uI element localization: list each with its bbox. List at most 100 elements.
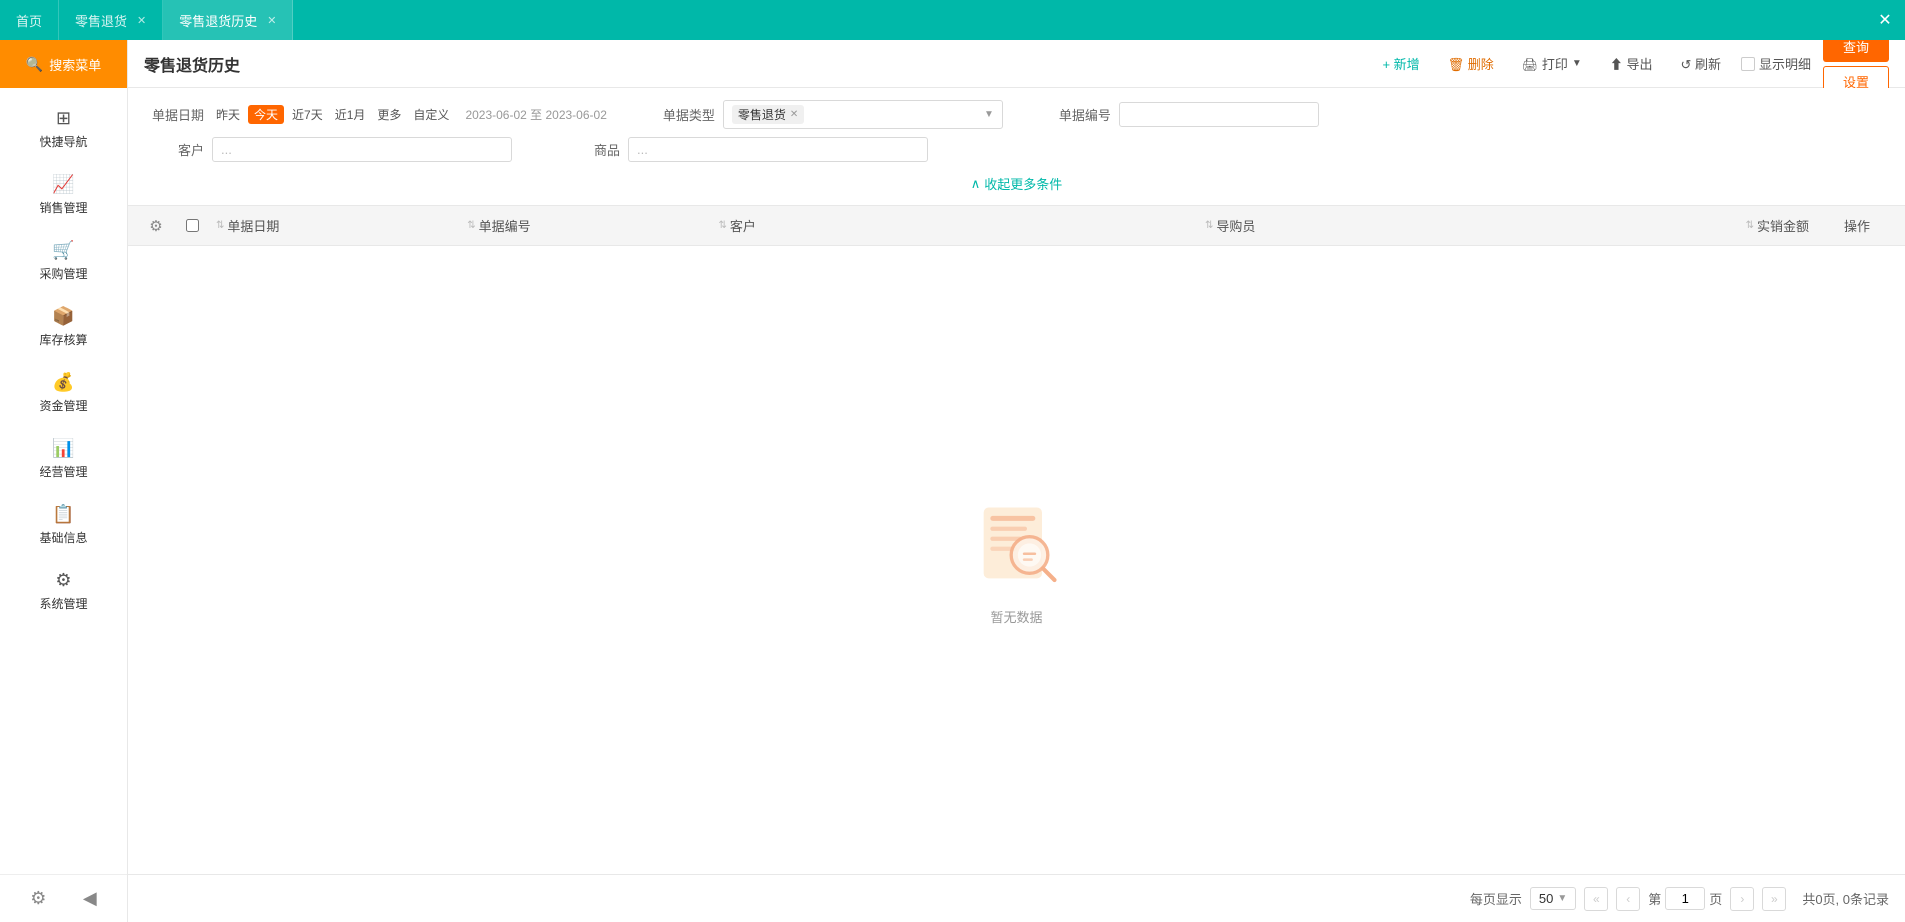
goods-placeholder: ... <box>637 142 648 157</box>
empty-illustration <box>967 495 1067 595</box>
page-prev-icon: ‹ <box>1626 892 1630 906</box>
date-shortcuts: 昨天 今天 近7天 近1月 更多 自定义 <box>212 105 453 124</box>
col-guide-label: 导购员 <box>1216 216 1255 235</box>
col-guide-sort-icon: ⇅ <box>1205 220 1213 231</box>
date-range-display: 2023-06-02 至 2023-06-02 <box>465 106 606 123</box>
col-guide-header[interactable]: ⇅ 导购员 <box>1197 216 1566 235</box>
page-size-dropdown-icon: ▼ <box>1557 893 1567 904</box>
col-billno-header[interactable]: ⇅ 单据编号 <box>459 216 710 235</box>
goods-input[interactable]: ... <box>628 137 928 162</box>
page-size-select[interactable]: 50 ▼ <box>1530 887 1576 910</box>
add-button-label: + 新增 <box>1382 54 1419 73</box>
print-button[interactable]: 🖨 打印 ▼ <box>1514 50 1590 77</box>
export-button[interactable]: ⬆ 导出 <box>1602 50 1661 77</box>
settings-icon[interactable]: ⚙ <box>30 888 46 909</box>
delete-button[interactable]: 🗑 删除 <box>1440 50 1502 77</box>
sidebar-item-sales-mgmt-label: 销售管理 <box>39 199 87 216</box>
bill-no-input[interactable] <box>1119 102 1319 127</box>
shortcut-last7[interactable]: 近7天 <box>288 105 327 124</box>
tab-retail-return-close[interactable]: ✕ <box>137 14 146 27</box>
sidebar-item-sales-mgmt[interactable]: 📈 销售管理 <box>0 162 127 228</box>
sidebar-item-base-info-label: 基础信息 <box>39 529 87 546</box>
content-area: 零售退货历史 + 新增 🗑 删除 🖨 打印 ▼ ⬆ 导出 ↺ 刷新 <box>128 40 1905 922</box>
col-settings[interactable]: ⚙ <box>136 217 176 235</box>
sidebar-item-system[interactable]: ⚙ 系统管理 <box>0 558 127 624</box>
sidebar-search-label: 搜索菜单 <box>49 55 101 74</box>
show-detail-text: 显示明细 <box>1759 54 1811 73</box>
refresh-button[interactable]: ↺ 刷新 <box>1672 50 1729 77</box>
sidebar-item-operations-label: 经营管理 <box>39 463 87 480</box>
bill-type-tag-close[interactable]: ✕ <box>790 109 798 120</box>
collapse-button[interactable]: ∧ 收起更多条件 <box>959 170 1075 197</box>
shortcut-yesterday[interactable]: 昨天 <box>212 105 244 124</box>
sidebar-item-base-info[interactable]: 📋 基础信息 <box>0 492 127 558</box>
tab-retail-return-history[interactable]: 零售退货历史 ✕ <box>163 0 293 40</box>
table-area: ⚙ ⇅ 单据日期 ⇅ 单据编号 ⇅ 客户 ⇅ <box>128 206 1905 874</box>
tab-retail-return-history-close[interactable]: ✕ <box>267 14 276 27</box>
page-unit-prefix: 第 <box>1648 889 1661 908</box>
shortcut-last1m[interactable]: 近1月 <box>331 105 370 124</box>
bill-type-select[interactable]: 零售退货 ✕ ▼ <box>723 100 1003 129</box>
customer-input[interactable]: ... <box>212 137 512 162</box>
shortcut-today[interactable]: 今天 <box>248 105 284 124</box>
export-button-label: ⬆ 导出 <box>1610 54 1653 73</box>
empty-state: 暂无数据 <box>128 246 1905 874</box>
page-last-icon: » <box>1771 892 1778 906</box>
col-customer-sort-icon: ⇅ <box>718 220 726 231</box>
query-button[interactable]: 查询 <box>1823 40 1889 62</box>
page-prev-button[interactable]: ‹ <box>1616 887 1640 911</box>
page-last-button[interactable]: » <box>1762 887 1786 911</box>
sidebar-item-operations[interactable]: 📊 经营管理 <box>0 426 127 492</box>
tab-home-label: 首页 <box>16 11 42 30</box>
sidebar-item-inventory[interactable]: 📦 库存核算 <box>0 294 127 360</box>
sidebar-item-inventory-label: 库存核算 <box>39 331 87 348</box>
print-dropdown-icon[interactable]: ▼ <box>1572 58 1582 69</box>
col-billno-label: 单据编号 <box>479 216 531 235</box>
collapse-sidebar-icon[interactable]: ◀ <box>83 888 97 909</box>
tab-retail-return-history-label: 零售退货历史 <box>179 11 257 30</box>
shortcut-custom[interactable]: 自定义 <box>409 105 453 124</box>
empty-text: 暂无数据 <box>990 607 1042 626</box>
shortcut-more[interactable]: 更多 <box>373 105 405 124</box>
page-header: 零售退货历史 + 新增 🗑 删除 🖨 打印 ▼ ⬆ 导出 ↺ 刷新 <box>128 40 1905 88</box>
tab-list: 首页 零售退货 ✕ 零售退货历史 ✕ <box>0 0 1865 40</box>
page-first-icon: « <box>1593 892 1600 906</box>
show-detail-checkbox[interactable] <box>1741 57 1755 71</box>
tab-home[interactable]: 首页 <box>0 0 59 40</box>
sidebar: 🔍 搜索菜单 ⊞ 快捷导航 📈 销售管理 🛒 采购管理 📦 库存核算 💰 <box>0 40 128 922</box>
col-customer-label: 客户 <box>730 216 756 235</box>
col-amount-header[interactable]: ⇅ 实销金额 <box>1566 216 1817 235</box>
page-size-value: 50 <box>1539 891 1553 906</box>
col-checkbox[interactable] <box>176 219 208 232</box>
bill-type-tag: 零售退货 ✕ <box>732 105 804 124</box>
tab-retail-return-label: 零售退货 <box>75 11 127 30</box>
system-icon: ⚙ <box>55 570 71 591</box>
col-amount-sort-icon: ⇅ <box>1746 220 1754 231</box>
tab-retail-return[interactable]: 零售退货 ✕ <box>59 0 163 40</box>
col-date-header[interactable]: ⇅ 单据日期 <box>208 216 459 235</box>
sidebar-item-finance-label: 资金管理 <box>39 397 87 414</box>
show-detail-toggle[interactable]: 显示明细 <box>1741 54 1811 73</box>
page-number-input[interactable]: 1 <box>1665 887 1705 910</box>
sales-mgmt-icon: 📈 <box>52 174 74 195</box>
delete-button-label: 🗑 删除 <box>1448 54 1494 73</box>
window-close-button[interactable]: ✕ <box>1865 0 1905 40</box>
add-button[interactable]: + 新增 <box>1374 50 1427 77</box>
table-settings-icon[interactable]: ⚙ <box>149 217 162 235</box>
page-first-button[interactable]: « <box>1584 887 1608 911</box>
collapse-label: 收起更多条件 <box>984 174 1062 193</box>
page-next-button[interactable]: › <box>1730 887 1754 911</box>
filter-area: 单据日期 昨天 今天 近7天 近1月 更多 自定义 2023-06-02 至 2… <box>128 88 1905 206</box>
select-all-checkbox[interactable] <box>186 219 199 232</box>
sidebar-item-quick-nav[interactable]: ⊞ 快捷导航 <box>0 96 127 162</box>
sidebar-item-purchase-mgmt[interactable]: 🛒 采购管理 <box>0 228 127 294</box>
sidebar-nav: ⊞ 快捷导航 📈 销售管理 🛒 采购管理 📦 库存核算 💰 资金管理 📊 <box>0 88 127 874</box>
sidebar-search[interactable]: 🔍 搜索菜单 <box>0 40 127 88</box>
col-date-sort-icon: ⇅ <box>216 220 224 231</box>
filter-row-1: 单据日期 昨天 今天 近7天 近1月 更多 自定义 2023-06-02 至 2… <box>144 100 1889 129</box>
sidebar-item-finance[interactable]: 💰 资金管理 <box>0 360 127 426</box>
col-customer-header[interactable]: ⇅ 客户 <box>710 216 1196 235</box>
refresh-button-label: ↺ 刷新 <box>1680 54 1721 73</box>
sidebar-item-purchase-mgmt-label: 采购管理 <box>39 265 87 282</box>
sidebar-footer: ⚙ ◀ <box>0 874 127 922</box>
